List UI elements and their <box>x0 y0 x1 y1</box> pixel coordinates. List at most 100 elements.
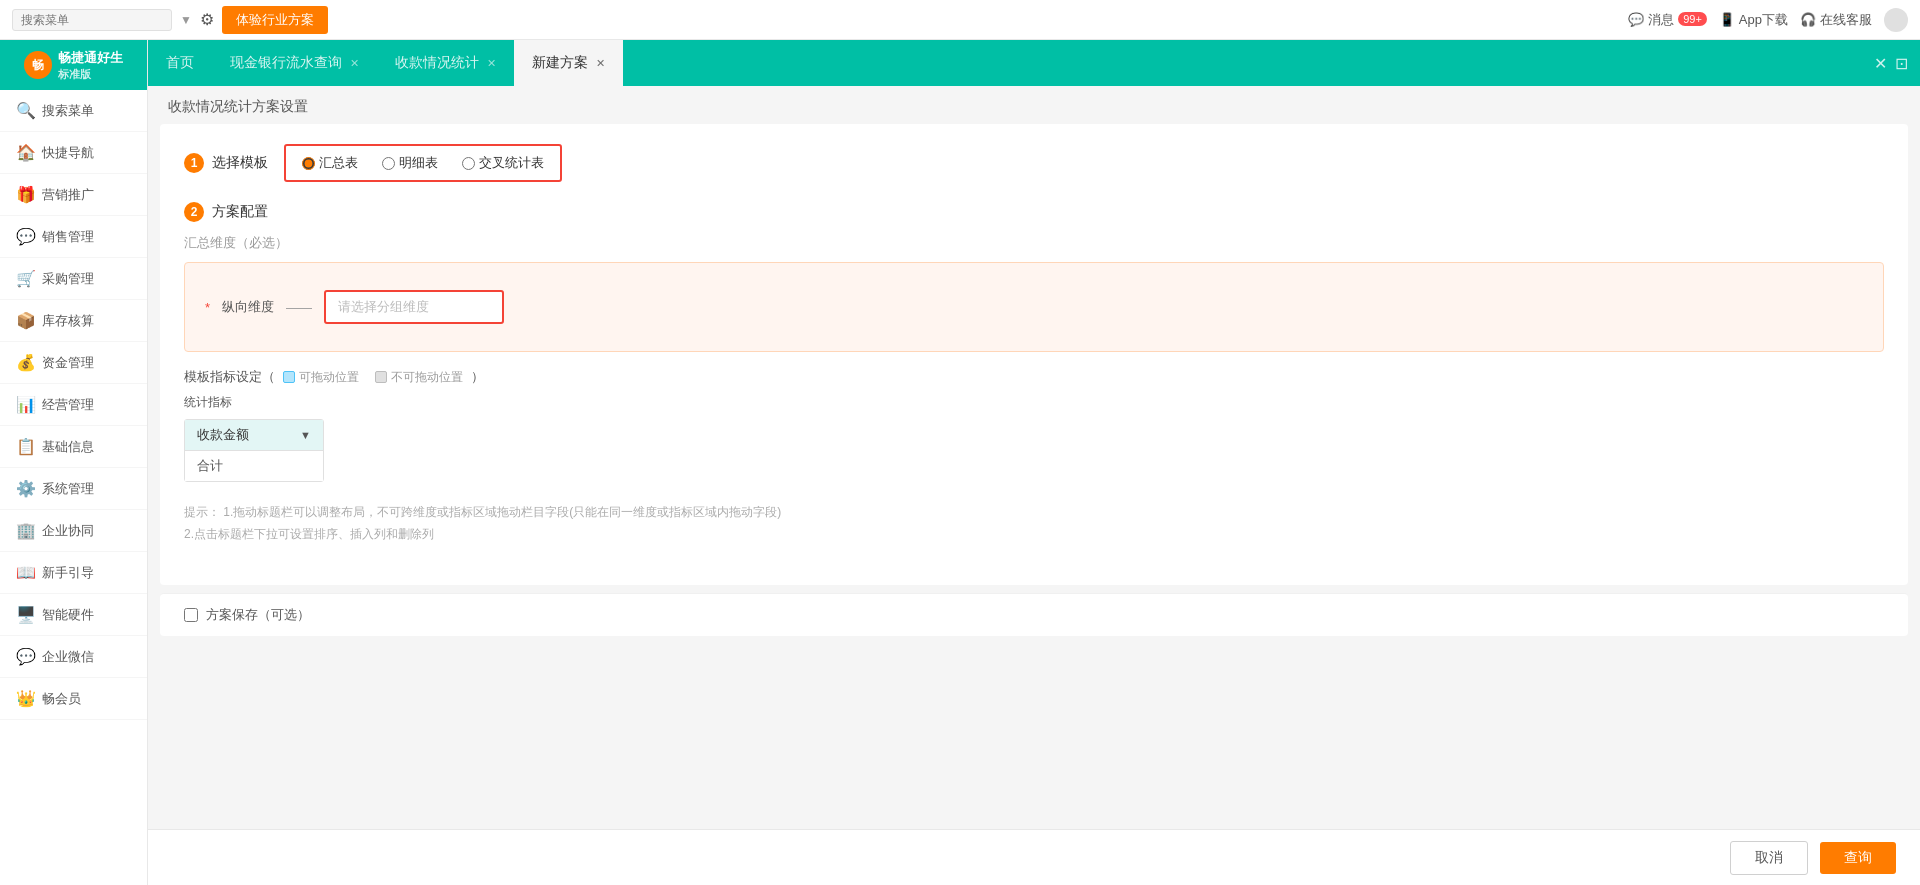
sidebar-item-label: 经营管理 <box>42 396 94 414</box>
legend-draggable: 可拖动位置 <box>283 369 359 386</box>
logo-icon: 畅 <box>24 51 52 79</box>
sidebar-item-label: 搜索菜单 <box>42 102 94 120</box>
sidebar-item-label: 畅会员 <box>42 690 81 708</box>
radio-summary[interactable]: 汇总表 <box>302 154 358 172</box>
sidebar-item-smart-hw[interactable]: 🖥️ 智能硬件 <box>0 594 147 636</box>
search-input[interactable] <box>12 9 172 31</box>
sidebar-item-label: 系统管理 <box>42 480 94 498</box>
app-download-label: App下载 <box>1739 11 1788 29</box>
hint-section: 提示： 1.拖动标题栏可以调整布局，不可跨维度或指标区域拖动栏目字段(只能在同一… <box>184 502 1884 545</box>
indicator-table-header[interactable]: 收款金额 ▼ <box>185 420 323 451</box>
dropdown-icon[interactable]: ▼ <box>180 13 192 27</box>
form-card: 1 选择模板 汇总表 明细表 <box>160 124 1908 585</box>
indicator-section-label: 统计指标 <box>184 394 324 411</box>
step2-section: 2 方案配置 汇总维度（必选） * 纵向维度 —— 请选择分组维度 <box>184 202 1884 545</box>
indicator-dropdown-arrow[interactable]: ▼ <box>300 429 311 441</box>
step1-section: 1 选择模板 汇总表 明细表 <box>184 144 1884 182</box>
user-profile[interactable] <box>1884 8 1908 32</box>
app-download-icon: 📱 <box>1719 12 1735 27</box>
tab-bar: 首页 现金银行流水查询 ✕ 收款情况统计 ✕ 新建方案 ✕ ✕ ⊡ <box>148 40 1920 86</box>
wechat-icon: 💬 <box>16 647 34 666</box>
tab-close-bank-flow[interactable]: ✕ <box>350 57 359 70</box>
sidebar-logo: 畅 畅捷通好生 标准版 <box>0 40 147 90</box>
online-service-item[interactable]: 🎧 在线客服 <box>1800 11 1872 29</box>
tab-home[interactable]: 首页 <box>148 40 212 86</box>
step1-title: 选择模板 <box>212 154 268 172</box>
tab-new-plan[interactable]: 新建方案 ✕ <box>514 40 623 86</box>
sidebar-item-wechat[interactable]: 💬 企业微信 <box>0 636 147 678</box>
user-avatar <box>1884 8 1908 32</box>
dimension-group-label: 汇总维度（必选） <box>184 234 1884 252</box>
dimension-row-vertical: * 纵向维度 —— 请选择分组维度 <box>205 290 504 324</box>
sidebar-item-label: 企业微信 <box>42 648 94 666</box>
legend-dot-blue <box>283 371 295 383</box>
sidebar-item-enterprise[interactable]: 🏢 企业协同 <box>0 510 147 552</box>
member-icon: 👑 <box>16 689 34 708</box>
cancel-button[interactable]: 取消 <box>1730 841 1808 875</box>
tab-close-receipt-stat[interactable]: ✕ <box>487 57 496 70</box>
indicator-table: 收款金额 ▼ 合计 <box>184 419 324 482</box>
sidebar-item-label: 快捷导航 <box>42 144 94 162</box>
dimension-select[interactable]: 请选择分组维度 <box>324 290 504 324</box>
tab-bank-flow[interactable]: 现金银行流水查询 ✕ <box>212 40 377 86</box>
finance-icon: 💰 <box>16 353 34 372</box>
sidebar-item-search-menu[interactable]: 🔍 搜索菜单 <box>0 90 147 132</box>
sidebar-item-label: 采购管理 <box>42 270 94 288</box>
tab-close-new-plan[interactable]: ✕ <box>596 57 605 70</box>
sidebar-item-member[interactable]: 👑 畅会员 <box>0 678 147 720</box>
indicator-section: 统计指标 收款金额 ▼ 合计 <box>184 394 324 482</box>
logo-text: 畅捷通好生 标准版 <box>58 49 123 82</box>
dim-vertical-label: 纵向维度 <box>222 298 274 316</box>
sidebar-item-label: 基础信息 <box>42 438 94 456</box>
sidebar-item-label: 智能硬件 <box>42 606 94 624</box>
indicator-title: 模板指标设定（ 可拖动位置 不可拖动位置 <box>184 368 1884 386</box>
sidebar-item-purchase[interactable]: 🛒 采购管理 <box>0 258 147 300</box>
query-button[interactable]: 查询 <box>1820 842 1896 874</box>
dimension-area: * 纵向维度 —— 请选择分组维度 <box>184 262 1884 352</box>
template-radio-group: 汇总表 明细表 交叉统计表 <box>284 144 562 182</box>
sales-icon: 💬 <box>16 227 34 246</box>
sys-mgmt-icon: ⚙️ <box>16 479 34 498</box>
main-layout: 畅 畅捷通好生 标准版 🔍 搜索菜单 🏠 快捷导航 🎁 营销推广 💬 销售管理 … <box>0 40 1920 885</box>
sidebar-item-sales[interactable]: 💬 销售管理 <box>0 216 147 258</box>
save-checkbox[interactable] <box>184 608 198 622</box>
sidebar-item-inventory[interactable]: 📦 库存核算 <box>0 300 147 342</box>
tab-close-all-icon[interactable]: ✕ <box>1874 54 1887 73</box>
guide-icon: 📖 <box>16 563 34 582</box>
gear-icon[interactable]: ⚙ <box>200 10 214 29</box>
notification-label: 消息 <box>1648 11 1674 29</box>
dim-required-marker: * <box>205 300 210 315</box>
sidebar-item-sys-mgmt[interactable]: ⚙️ 系统管理 <box>0 468 147 510</box>
top-header: ▼ ⚙ 体验行业方案 💬 消息 99+ 📱 App下载 🎧 在线客服 <box>0 0 1920 40</box>
tab-maximize-icon[interactable]: ⊡ <box>1895 54 1908 73</box>
hint-1: 提示： 1.拖动标题栏可以调整布局，不可跨维度或指标区域拖动栏目字段(只能在同一… <box>184 502 1884 524</box>
industry-btn[interactable]: 体验行业方案 <box>222 6 328 34</box>
sidebar-item-basic-info[interactable]: 📋 基础信息 <box>0 426 147 468</box>
sidebar-item-marketing[interactable]: 🎁 营销推广 <box>0 174 147 216</box>
radio-detail[interactable]: 明细表 <box>382 154 438 172</box>
marketing-icon: 🎁 <box>16 185 34 204</box>
page-breadcrumb: 收款情况统计方案设置 <box>148 86 1920 124</box>
notification-item[interactable]: 💬 消息 99+ <box>1628 11 1707 29</box>
sidebar: 畅 畅捷通好生 标准版 🔍 搜索菜单 🏠 快捷导航 🎁 营销推广 💬 销售管理 … <box>0 40 148 885</box>
sidebar-item-label: 资金管理 <box>42 354 94 372</box>
notification-icon: 💬 <box>1628 12 1644 27</box>
radio-cross[interactable]: 交叉统计表 <box>462 154 544 172</box>
breadcrumb-text: 收款情况统计方案设置 <box>168 98 308 114</box>
main-content: 收款情况统计方案设置 1 选择模板 汇总表 <box>148 86 1920 829</box>
sidebar-item-quick-nav[interactable]: 🏠 快捷导航 <box>0 132 147 174</box>
step1-number: 1 <box>184 153 204 173</box>
step2-header: 2 方案配置 <box>184 202 1884 222</box>
basic-info-icon: 📋 <box>16 437 34 456</box>
app-download-item[interactable]: 📱 App下载 <box>1719 11 1788 29</box>
sidebar-item-operations[interactable]: 📊 经营管理 <box>0 384 147 426</box>
sidebar-item-finance[interactable]: 💰 资金管理 <box>0 342 147 384</box>
quick-nav-icon: 🏠 <box>16 143 34 162</box>
notification-badge: 99+ <box>1678 12 1707 26</box>
tab-receipt-stat[interactable]: 收款情况统计 ✕ <box>377 40 514 86</box>
footer-bar: 取消 查询 <box>148 829 1920 885</box>
indicator-table-area: 统计指标 收款金额 ▼ 合计 <box>184 394 1884 482</box>
sidebar-item-guide[interactable]: 📖 新手引导 <box>0 552 147 594</box>
indicator-legend: 可拖动位置 不可拖动位置 <box>283 369 463 386</box>
sidebar-item-label: 企业协同 <box>42 522 94 540</box>
